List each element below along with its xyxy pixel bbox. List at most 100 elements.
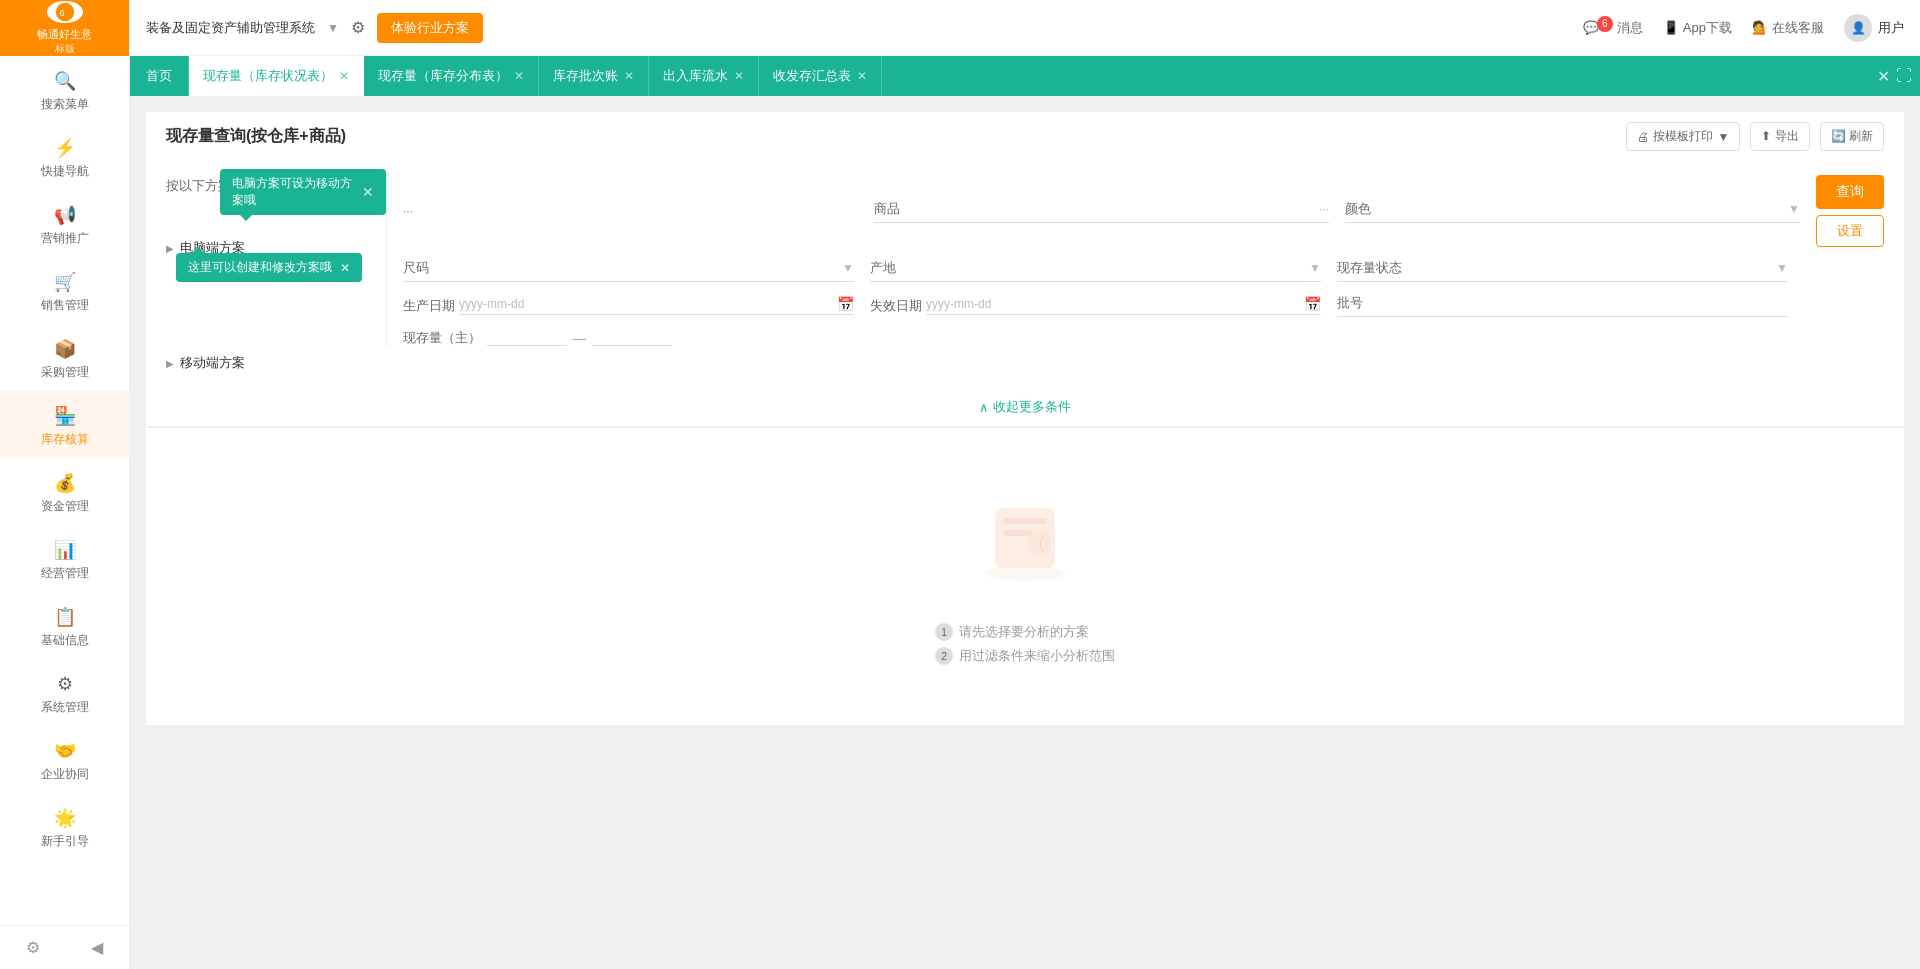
sidebar-item-collab[interactable]: 🤝 企业协同 xyxy=(0,726,129,793)
hint-num-2: 2 xyxy=(935,647,953,665)
sidebar-item-inventory[interactable]: 🏪 库存核算 xyxy=(0,391,129,458)
print-btn[interactable]: 🖨 按模板打印 ▼ xyxy=(1626,122,1740,151)
sidebar-item-label: 快捷导航 xyxy=(41,163,89,180)
tab-inventory-dist-label: 现存量（库存分布表） xyxy=(378,67,508,85)
sidebar-item-guide[interactable]: 🌟 新手引导 xyxy=(0,793,129,860)
tab-close-all-btn[interactable]: ✕ xyxy=(1877,67,1890,86)
qty-input-min[interactable] xyxy=(487,330,567,346)
prod-date-input-start[interactable]: yyyy-mm-dd 📅 xyxy=(459,296,854,315)
system-name: 装备及固定资产辅助管理系统 xyxy=(146,19,315,37)
tab-flow-close[interactable]: ✕ xyxy=(734,69,744,83)
sidebar-item-label: 销售管理 xyxy=(41,297,89,314)
settings-footer-btn[interactable]: ⚙ xyxy=(26,938,40,957)
print-icon: 🖨 xyxy=(1637,130,1649,144)
app-download-btn[interactable]: 📱 App下载 xyxy=(1663,19,1732,37)
filter-batch: 批号 xyxy=(1337,294,1788,317)
prod-date-label: 生产日期 xyxy=(403,297,455,315)
sales-icon: 🛒 xyxy=(54,271,76,293)
svg-point-0 xyxy=(55,2,73,20)
filter-fields: ··· 商品 ··· 颜色 ▼ xyxy=(386,175,1884,347)
tab-home[interactable]: 首页 xyxy=(130,56,189,96)
refresh-btn[interactable]: 🔄 刷新 xyxy=(1820,122,1884,151)
sidebar-item-sales[interactable]: 🛒 销售管理 xyxy=(0,257,129,324)
tab-fullscreen-btn[interactable]: ⛶ xyxy=(1896,67,1912,85)
expire-date-input-start[interactable]: yyyy-mm-dd 📅 xyxy=(926,296,1321,315)
sidebar-item-label: 系统管理 xyxy=(41,699,89,716)
scheme-mobile-area: ▶ 移动端方案 xyxy=(166,348,386,378)
tab-inventory-status-label: 现存量（库存状况表） xyxy=(203,67,333,85)
sidebar-item-system[interactable]: ⚙ 系统管理 xyxy=(0,659,129,726)
tab-flow-label: 出入库流水 xyxy=(663,67,728,85)
tooltip1-popup: 电脑方案可设为移动方案哦 ✕ xyxy=(220,169,386,215)
user-menu[interactable]: 👤 用户 xyxy=(1844,14,1904,42)
sidebar-item-basic[interactable]: 📋 基础信息 xyxy=(0,592,129,659)
expire-date-label: 失效日期 xyxy=(870,297,922,315)
empty-icon: :( xyxy=(965,488,1085,607)
svg-text:6: 6 xyxy=(59,7,64,17)
sidebar-item-search[interactable]: 🔍 搜索菜单 xyxy=(0,56,129,123)
tab-batch-close[interactable]: ✕ xyxy=(624,69,634,83)
origin-dropdown[interactable]: ▼ xyxy=(1309,261,1321,275)
topbar-settings-btn[interactable]: ⚙ xyxy=(351,18,365,37)
expire-date-start-text: yyyy-mm-dd xyxy=(926,297,1304,311)
prod-date-start-text: yyyy-mm-dd xyxy=(459,297,837,311)
search-nav-icon: 🔍 xyxy=(54,70,76,92)
sidebar-item-finance[interactable]: 💰 资金管理 xyxy=(0,458,129,525)
size-dropdown[interactable]: ▼ xyxy=(842,261,854,275)
collab-icon: 🤝 xyxy=(54,740,76,762)
online-support-btn[interactable]: 💁 在线客服 xyxy=(1752,19,1824,37)
tab-inventory-dist[interactable]: 现存量（库存分布表） ✕ xyxy=(364,56,539,96)
scheme-panel-area: 按以下方案查询 + ↺ ← 电脑方案可设为移动方案哦 ✕ xyxy=(166,175,386,378)
svg-rect-5 xyxy=(1003,530,1033,536)
sidebar-item-nav[interactable]: ⚡ 快捷导航 xyxy=(0,123,129,190)
collapse-btn[interactable]: ∧ 收起更多条件 xyxy=(166,388,1884,426)
tab-inventory-status[interactable]: 现存量（库存状况表） ✕ xyxy=(189,56,364,96)
filter-row-2: 尺码 ▼ 产地 ▼ 现存量状态 xyxy=(403,259,1884,282)
tab-summary-close[interactable]: ✕ xyxy=(857,69,867,83)
support-icon: 💁 xyxy=(1752,20,1768,35)
sidebar-item-marketing[interactable]: 📢 营销推广 xyxy=(0,190,129,257)
svg-text::(: :( xyxy=(1035,535,1044,551)
tab-summary[interactable]: 收发存汇总表 ✕ xyxy=(759,56,882,96)
origin-label: 产地 xyxy=(870,259,896,277)
tab-inventory-status-close[interactable]: ✕ xyxy=(339,69,349,83)
system-icon: ⚙ xyxy=(57,673,73,695)
tooltip2-area: 这里可以创建和修改方案哦 ✕ xyxy=(176,253,362,282)
query-btn[interactable]: 查询 xyxy=(1816,175,1884,209)
action-buttons: 查询 设置 xyxy=(1816,175,1884,247)
color-dropdown[interactable]: ▼ xyxy=(1788,202,1800,216)
filter-dots-1[interactable]: ··· xyxy=(403,204,413,218)
tab-summary-label: 收发存汇总表 xyxy=(773,67,851,85)
stock-status-dropdown[interactable]: ▼ xyxy=(1776,261,1788,275)
batch-input[interactable] xyxy=(1371,296,1788,311)
goods-dots[interactable]: ··· xyxy=(1319,202,1329,216)
empty-hint-item-1: 1 请先选择要分析的方案 xyxy=(935,623,1089,641)
sidebar-item-operations[interactable]: 📊 经营管理 xyxy=(0,525,129,592)
tooltip2-up-arrow xyxy=(192,247,204,253)
collapse-footer-btn[interactable]: ◀ xyxy=(91,938,103,957)
sidebar: 6 畅通好生意 标版 🔍 搜索菜单 ⚡ 快捷导航 📢 营销推广 🛒 销售管理 xyxy=(0,0,130,969)
tab-batch[interactable]: 库存批次账 ✕ xyxy=(539,56,649,96)
set-btn[interactable]: 设置 xyxy=(1816,215,1884,247)
tooltip2-close-btn[interactable]: ✕ xyxy=(340,261,350,275)
tab-flow[interactable]: 出入库流水 ✕ xyxy=(649,56,759,96)
filter-goods: 商品 ··· xyxy=(874,200,1329,223)
system-dropdown-btn[interactable]: ▼ xyxy=(327,21,339,35)
expire-date-cal-icon[interactable]: 📅 xyxy=(1304,296,1321,312)
industry-btn[interactable]: 体验行业方案 xyxy=(377,13,483,43)
tab-inventory-dist-close[interactable]: ✕ xyxy=(514,69,524,83)
filter-origin: 产地 ▼ xyxy=(870,259,1321,282)
export-btn[interactable]: ⬆ 导出 xyxy=(1750,122,1809,151)
sidebar-item-label: 营销推广 xyxy=(41,230,89,247)
prod-date-cal-icon[interactable]: 📅 xyxy=(837,296,854,312)
qty-input-max[interactable] xyxy=(592,330,672,346)
finance-icon: 💰 xyxy=(54,472,76,494)
sidebar-nav: 🔍 搜索菜单 ⚡ 快捷导航 📢 营销推广 🛒 销售管理 📦 采购管理 🏪 xyxy=(0,56,129,925)
nav-icon: ⚡ xyxy=(54,137,76,159)
tooltip1-close-btn[interactable]: ✕ xyxy=(362,184,374,200)
message-btn[interactable]: 💬 6 消息 xyxy=(1583,19,1643,37)
scheme-mobile-item[interactable]: ▶ 移动端方案 xyxy=(166,348,386,378)
sidebar-item-purchase[interactable]: 📦 采购管理 xyxy=(0,324,129,391)
hint-text-2: 用过滤条件来缩小分析范围 xyxy=(959,647,1115,665)
app-badge: 标版 xyxy=(55,42,75,56)
